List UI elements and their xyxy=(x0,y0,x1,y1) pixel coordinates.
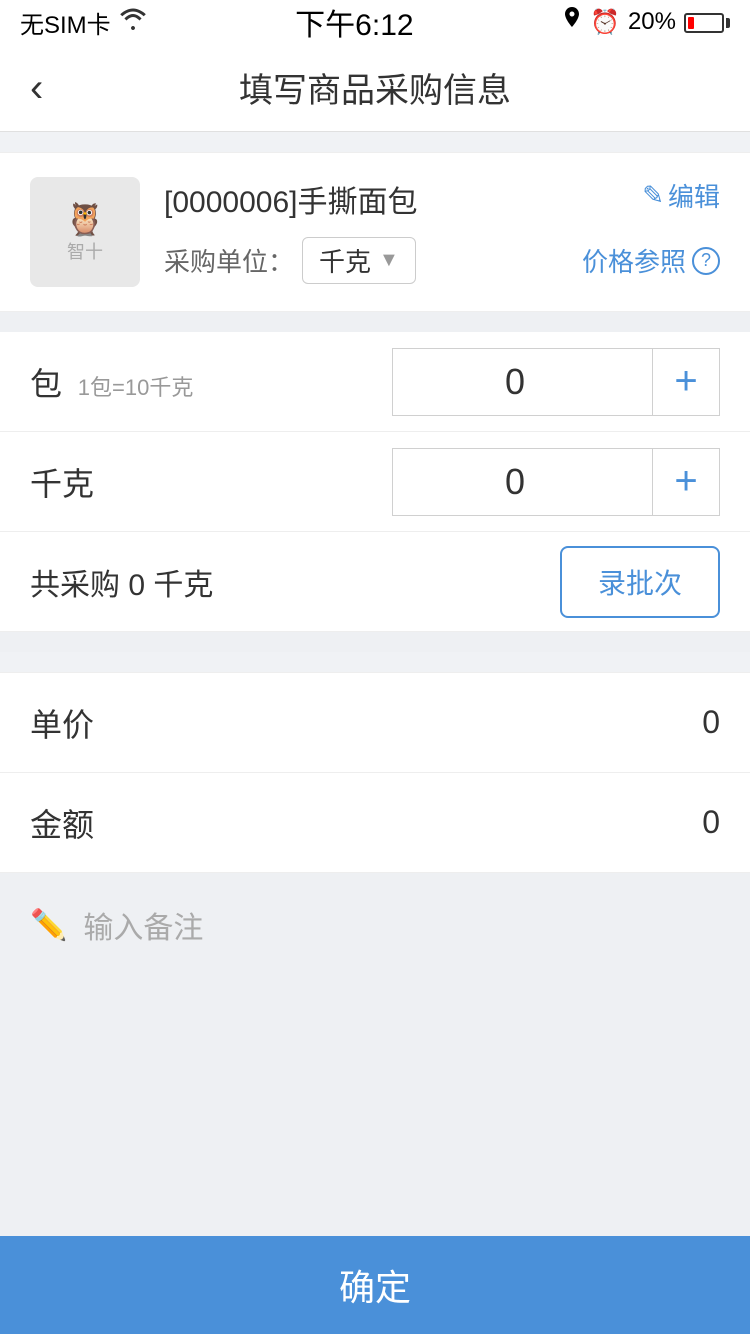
bag-quantity-input[interactable] xyxy=(392,348,652,416)
bag-label: 包 xyxy=(30,366,62,402)
remark-section[interactable]: ✏️ 输入备注 xyxy=(0,873,750,977)
kg-input-right: + xyxy=(150,448,720,516)
kg-label-container: 千克 xyxy=(30,459,150,505)
page-title: 填写商品采购信息 xyxy=(239,63,511,112)
confirm-button[interactable]: 确定 xyxy=(0,1236,750,1334)
status-bar: 无SIM卡 下午6:12 ⏰ 20% xyxy=(0,0,750,44)
bag-input-right: + xyxy=(193,348,720,416)
input-section: 包 1包=10千克 + 千克 + 共采购 0 千克 录批次 xyxy=(0,332,750,632)
status-left: 无SIM卡 xyxy=(20,5,147,40)
unit-label: 采购单位： xyxy=(164,242,294,279)
product-name: [0000006]手撕面包 xyxy=(164,177,417,221)
product-image: 🦉 智十 xyxy=(30,177,140,287)
product-card: 🦉 智十 [0000006]手撕面包 ✎ 编辑 采购单位： 千克 ▼ 价格参照 xyxy=(0,152,750,312)
battery-icon xyxy=(684,8,730,36)
amount-label: 金额 xyxy=(30,800,94,846)
amount-row: 金额 0 xyxy=(0,773,750,873)
status-time: 下午6:12 xyxy=(295,0,413,44)
nav-bar: ‹ 填写商品采购信息 xyxy=(0,44,750,132)
alarm-icon: ⏰ xyxy=(590,8,620,37)
summary-text: 共采购 0 千克 xyxy=(30,560,213,604)
product-name-row: [0000006]手撕面包 ✎ 编辑 xyxy=(164,177,720,221)
kg-label: 千克 xyxy=(30,466,94,502)
unit-price-row: 单价 0 xyxy=(0,673,750,773)
bag-label-container: 包 1包=10千克 xyxy=(30,359,193,405)
product-info: [0000006]手撕面包 ✎ 编辑 采购单位： 千克 ▼ 价格参照 ? xyxy=(164,177,720,284)
edit-button[interactable]: ✎ 编辑 xyxy=(642,177,720,214)
product-logo: 🦉 xyxy=(65,200,105,238)
location-icon xyxy=(562,7,582,38)
pencil-icon: ✏️ xyxy=(30,908,67,943)
price-ref-button[interactable]: 价格参照 ? xyxy=(582,242,720,279)
edit-label: 编辑 xyxy=(668,177,720,214)
price-ref-label: 价格参照 xyxy=(582,242,686,279)
divider-2 xyxy=(0,632,750,652)
back-button[interactable]: ‹ xyxy=(30,68,43,108)
record-batch-button[interactable]: 录批次 xyxy=(560,546,720,618)
unit-select[interactable]: 千克 ▼ xyxy=(302,237,416,284)
kg-input-row: 千克 + xyxy=(0,432,750,532)
bag-sublabel: 1包=10千克 xyxy=(78,375,194,400)
unit-value: 千克 xyxy=(319,242,371,279)
remark-input[interactable]: 输入备注 xyxy=(83,903,203,947)
unit-price-value: 0 xyxy=(702,704,720,741)
info-icon: ? xyxy=(692,247,720,275)
divider-1 xyxy=(0,312,750,332)
carrier-text: 无SIM卡 xyxy=(20,5,111,40)
bag-input-row: 包 1包=10千克 + xyxy=(0,332,750,432)
product-code: [0000006] xyxy=(164,186,297,219)
product-unit-row: 采购单位： 千克 ▼ 价格参照 ? xyxy=(164,237,720,284)
bag-plus-button[interactable]: + xyxy=(652,348,720,416)
dropdown-arrow-icon: ▼ xyxy=(379,249,399,272)
status-right: ⏰ 20% xyxy=(562,7,730,38)
wifi-icon xyxy=(119,8,147,37)
kg-quantity-input[interactable] xyxy=(392,448,652,516)
product-title: 手撕面包 xyxy=(297,186,417,219)
confirm-btn-container: 确定 xyxy=(0,1236,750,1334)
product-logo-sub: 智十 xyxy=(67,238,103,264)
battery-percent: 20% xyxy=(628,8,676,36)
kg-plus-button[interactable]: + xyxy=(652,448,720,516)
edit-icon: ✎ xyxy=(642,180,664,211)
summary-row: 共采购 0 千克 录批次 xyxy=(0,532,750,632)
unit-price-label: 单价 xyxy=(30,700,94,746)
pricing-section: 单价 0 金额 0 xyxy=(0,672,750,873)
amount-value: 0 xyxy=(702,804,720,841)
